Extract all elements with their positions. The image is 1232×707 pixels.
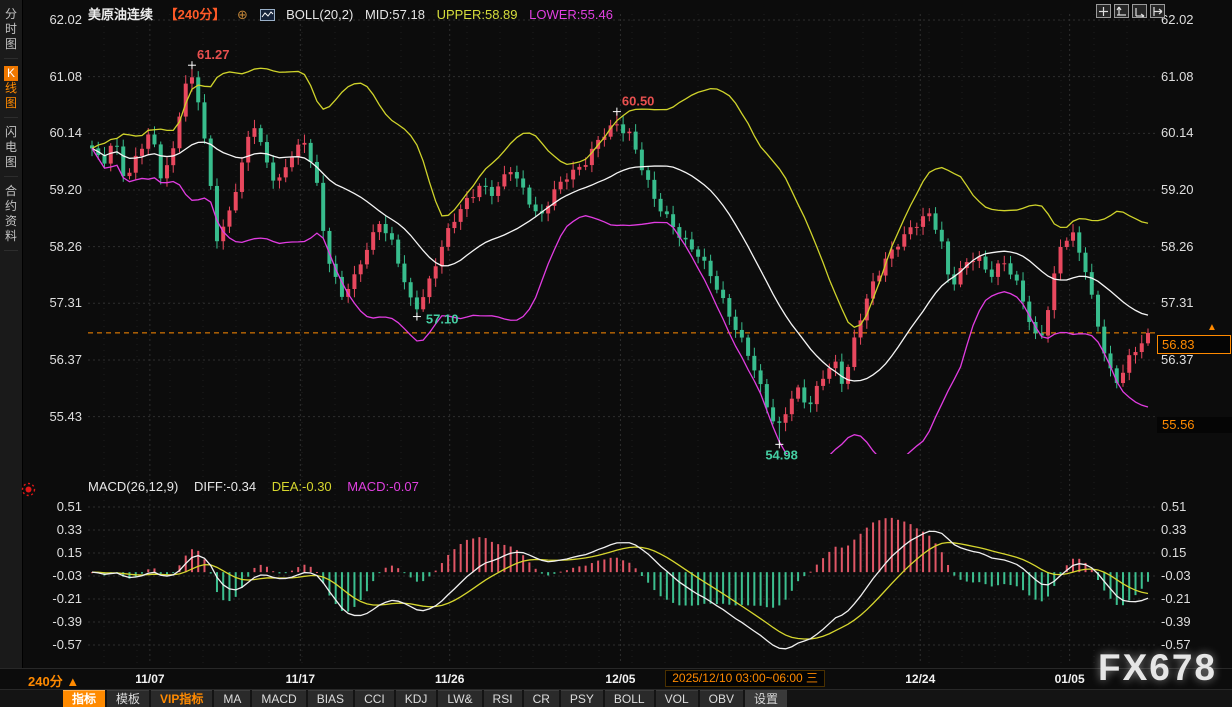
fx678-watermark: FX678 [1098,647,1217,689]
macd-axis-label-right: 0.33 [1161,523,1227,537]
period-selector-label: 240分 [28,674,63,689]
kline-mini-icon [260,9,275,24]
lw-tab[interactable]: LW& [438,690,481,707]
indicator-tab[interactable]: 指标 [63,690,105,707]
settings-tab[interactable]: 设置 [745,690,787,707]
price-axis-label-left: 56.37 [20,353,86,367]
period-dropdown-arrow-icon: ▲ [66,674,79,689]
sidebar-tab-contract-info[interactable]: 合约资料 [4,177,18,251]
x-axis-date-label: 11/26 [435,672,464,686]
chart-tool-buttons [1096,4,1165,18]
alarm-dot-icon[interactable] [21,482,36,502]
x-axis-date-label: 11/17 [286,672,315,686]
macd-title: MACD(26,12,9) [88,479,178,494]
macd-header: MACD(26,12,9) DIFF:-0.34 DEA:-0.30 MACD:… [88,479,431,494]
cci-tab[interactable]: CCI [355,690,394,707]
macd-axis-label-left: 0.51 [20,500,86,514]
svg-text:61.27: 61.27 [197,47,230,62]
macd-axis-label-left: -0.21 [20,592,86,606]
chart-canvas[interactable]: 61.27 60.50 57.10 54.98 [0,0,1232,707]
price-axis-label-right: 57.31 [1161,296,1227,310]
price-axis-label-left: 61.08 [20,70,86,84]
price-axis-label-right: 56.37 [1161,353,1227,367]
macd-axis-label-right: 0.15 [1161,546,1227,560]
obv-tab[interactable]: OBV [700,690,743,707]
macd-axis-label-left: -0.39 [20,615,86,629]
sidebar-tab-time-chart[interactable]: 分时图 [4,0,18,59]
macd-dea-value: DEA:-0.30 [272,479,332,494]
price-up-arrow-icon: ▲ [1207,323,1217,333]
chart-type-sidebar: 分时图K线图闪电图合约资料 [0,0,23,668]
macd-axis-label-left: 0.15 [20,546,86,560]
template-tab[interactable]: 模板 [107,690,149,707]
svg-text:57.10: 57.10 [426,312,459,327]
indicator-toolbar: 指标模板VIP指标MAMACDBIASCCIKDJLW&RSICRPSYBOLL… [0,689,1232,707]
price-axis-label-left: 57.31 [20,296,86,310]
macd-diff-value: DIFF:-0.34 [194,479,256,494]
price-axis-label-left: 55.43 [20,410,86,424]
macd-axis-label-left: 0.33 [20,523,86,537]
price-axis-label-right: 60.14 [1161,126,1227,140]
x-axis-date-label: 12/05 [605,672,635,686]
price-axis-label-left: 60.14 [20,126,86,140]
macd-tab[interactable]: MACD [252,690,305,707]
time-axis-bar: 240分 ▲ 2025/12/10 03:00~06:00 三 11/07 11/… [0,668,1232,689]
price-axis-label-right: 62.02 [1161,13,1227,27]
kdj-tab[interactable]: KDJ [396,690,437,707]
macd-axis-label-right: -0.03 [1161,569,1227,583]
svg-text:60.50: 60.50 [622,94,655,109]
price-axis-label-left: 58.26 [20,240,86,254]
boll-mid-value: MID:57.18 [365,7,425,22]
trading-app-window: 61.27 60.50 57.10 54.98 分时图K线图闪电图合约资料 美原油连续… [0,0,1232,707]
lower-band-badge: 55.56 [1157,417,1232,433]
move-chart-icon[interactable] [1096,4,1111,18]
macd-macd-value: MACD:-0.07 [347,479,419,494]
vol-tab[interactable]: VOL [656,690,698,707]
symbol-title: 美原油连续 [88,7,153,22]
period-tag[interactable]: 【240分】 [165,7,226,22]
x-axis-date-label: 11/07 [135,672,164,686]
cr-tab[interactable]: CR [524,690,559,707]
crosshair-date-label: 2025/12/10 03:00~06:00 三 [665,670,825,687]
price-axis-label-left: 62.02 [20,13,86,27]
fit-y-axis-icon[interactable] [1114,4,1129,18]
price-axis-label-right: 59.20 [1161,183,1227,197]
vip-indicator-tab[interactable]: VIP指标 [151,690,212,707]
circle-plus-icon[interactable]: ⊕ [237,7,248,22]
period-selector[interactable]: 240分 ▲ [28,671,79,690]
price-axis-label-right: 61.08 [1161,70,1227,84]
macd-axis-label-right: -0.39 [1161,615,1227,629]
ma-tab[interactable]: MA [214,690,250,707]
price-axis-label-left: 59.20 [20,183,86,197]
sidebar-tab-kline-chart[interactable]: K线图 [4,59,18,118]
sidebar-tab-flash-chart[interactable]: 闪电图 [4,118,18,177]
macd-axis-label-left: -0.57 [20,638,86,652]
boll-tab[interactable]: BOLL [605,690,654,707]
price-axis-label-right: 58.26 [1161,240,1227,254]
active-tab-first-char: K [4,66,18,81]
macd-axis-label-right: 0.51 [1161,500,1227,514]
macd-axis-label-right: -0.21 [1161,592,1227,606]
chart-header: 美原油连续 【240分】 ⊕ BOLL(20,2) MID:57.18 UPPE… [88,4,621,24]
boll-upper-value: UPPER:58.89 [437,7,518,22]
x-axis-date-label: 01/05 [1055,672,1085,686]
boll-label: BOLL(20,2) [286,7,353,22]
macd-axis-label-left: -0.03 [20,569,86,583]
bias-tab[interactable]: BIAS [308,690,353,707]
svg-text:54.98: 54.98 [765,447,798,462]
current-price-badge: 56.83 [1157,335,1231,354]
rsi-tab[interactable]: RSI [484,690,522,707]
boll-lower-value: LOWER:55.46 [529,7,613,22]
fit-x-axis-icon[interactable] [1132,4,1147,18]
psy-tab[interactable]: PSY [561,690,603,707]
scroll-to-latest-icon[interactable] [1150,4,1165,18]
x-axis-date-label: 12/24 [905,672,935,686]
